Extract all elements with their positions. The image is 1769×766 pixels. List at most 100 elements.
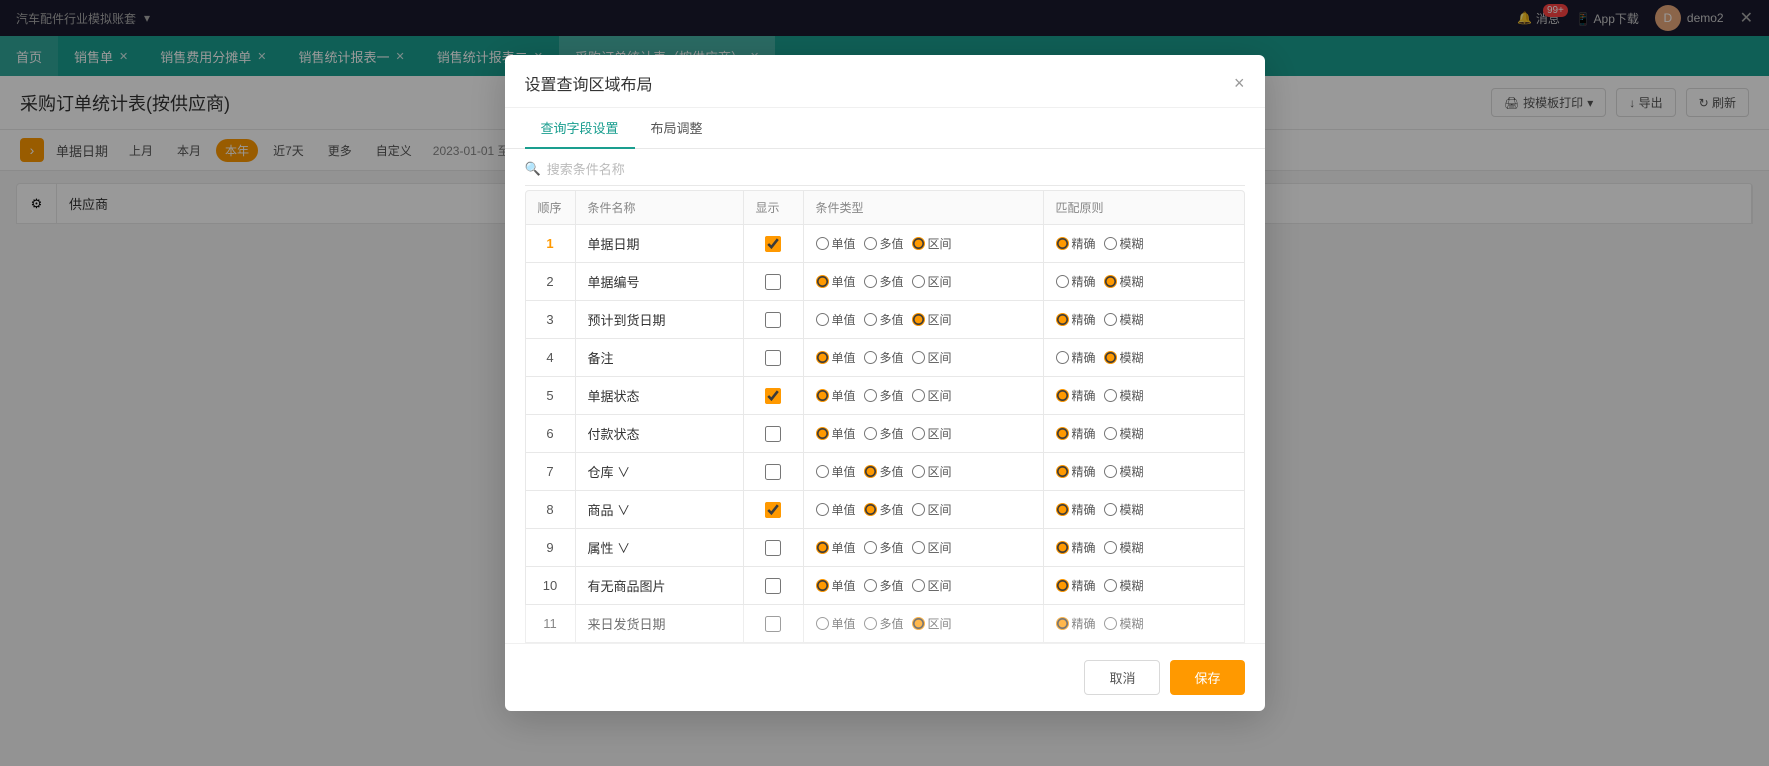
radio-multi-9[interactable]: 多值 — [864, 539, 904, 556]
radio-range-4[interactable]: 区间 — [912, 349, 952, 366]
checkbox-show-3[interactable] — [765, 312, 781, 328]
radio-fuzzy-1[interactable]: 模糊 — [1104, 235, 1144, 252]
radio-range-3[interactable]: 区间 — [912, 311, 952, 328]
radio-multi-7[interactable]: 多值 — [864, 463, 904, 480]
radio-single-6[interactable]: 单值 — [816, 425, 856, 442]
radio-group-match-3: 精确 模糊 — [1056, 311, 1144, 328]
table-row: 11 来日发货日期 单值 多值 区间 精确 模糊 — [525, 605, 1245, 643]
radio-multi-5[interactable]: 多值 — [864, 387, 904, 404]
radio-exact-5[interactable]: 精确 — [1056, 387, 1096, 404]
radio-multi-10[interactable]: 多值 — [864, 577, 904, 594]
radio-range-7[interactable]: 区间 — [912, 463, 952, 480]
radio-fuzzy-3[interactable]: 模糊 — [1104, 311, 1144, 328]
radio-fuzzy-7[interactable]: 模糊 — [1104, 463, 1144, 480]
radio-single-2[interactable]: 单值 — [816, 273, 856, 290]
radio-range-9[interactable]: 区间 — [912, 539, 952, 556]
checkbox-show-8[interactable] — [765, 502, 781, 518]
checkbox-show-10[interactable] — [765, 578, 781, 594]
cell-show-2[interactable] — [744, 263, 804, 300]
radio-single-4[interactable]: 单值 — [816, 349, 856, 366]
search-input[interactable] — [547, 162, 1245, 177]
dialog-tab-query-fields[interactable]: 查询字段设置 — [525, 108, 635, 149]
radio-multi-3[interactable]: 多值 — [864, 311, 904, 328]
cell-type-5: 单值 多值 区间 — [804, 377, 1044, 414]
cell-type-11: 单值 多值 区间 — [804, 605, 1044, 642]
checkbox-show-1[interactable] — [765, 236, 781, 252]
cell-order-6: 6 — [526, 415, 576, 452]
radio-multi-1[interactable]: 多值 — [864, 235, 904, 252]
radio-group-match-2: 精确 模糊 — [1056, 273, 1144, 290]
radio-multi-11[interactable]: 多值 — [864, 615, 904, 632]
checkbox-show-9[interactable] — [765, 540, 781, 556]
cell-name-1: 单据日期 — [576, 225, 744, 262]
radio-exact-3[interactable]: 精确 — [1056, 311, 1096, 328]
dialog-tab-layout[interactable]: 布局调整 — [635, 108, 719, 149]
radio-multi-8[interactable]: 多值 — [864, 501, 904, 518]
cancel-button[interactable]: 取消 — [1084, 660, 1160, 695]
radio-multi-2[interactable]: 多值 — [864, 273, 904, 290]
cell-show-10[interactable] — [744, 567, 804, 604]
radio-single-10[interactable]: 单值 — [816, 577, 856, 594]
radio-single-9[interactable]: 单值 — [816, 539, 856, 556]
dialog-footer: 取消 保存 — [505, 643, 1265, 711]
table-row: 7 仓库 ∨ 单值 多值 区间 精确 模糊 — [525, 453, 1245, 491]
dialog-tab-query-label: 查询字段设置 — [541, 121, 619, 136]
checkbox-show-7[interactable] — [765, 464, 781, 480]
cell-show-8[interactable] — [744, 491, 804, 528]
cell-match-9: 精确 模糊 — [1044, 529, 1244, 566]
cell-order-4: 4 — [526, 339, 576, 376]
radio-fuzzy-9[interactable]: 模糊 — [1104, 539, 1144, 556]
radio-exact-4[interactable]: 精确 — [1056, 349, 1096, 366]
radio-single-11[interactable]: 单值 — [816, 615, 856, 632]
radio-single-7[interactable]: 单值 — [816, 463, 856, 480]
radio-range-1[interactable]: 区间 — [912, 235, 952, 252]
radio-fuzzy-4[interactable]: 模糊 — [1104, 349, 1144, 366]
radio-range-11[interactable]: 区间 — [912, 615, 952, 632]
radio-exact-6[interactable]: 精确 — [1056, 425, 1096, 442]
radio-fuzzy-6[interactable]: 模糊 — [1104, 425, 1144, 442]
radio-range-5[interactable]: 区间 — [912, 387, 952, 404]
checkbox-show-4[interactable] — [765, 350, 781, 366]
cell-show-5[interactable] — [744, 377, 804, 414]
radio-group-match-4: 精确 模糊 — [1056, 349, 1144, 366]
cell-show-11[interactable] — [744, 605, 804, 642]
cell-show-7[interactable] — [744, 453, 804, 490]
cell-match-10: 精确 模糊 — [1044, 567, 1244, 604]
radio-fuzzy-11[interactable]: 模糊 — [1104, 615, 1144, 632]
radio-fuzzy-2[interactable]: 模糊 — [1104, 273, 1144, 290]
radio-fuzzy-10[interactable]: 模糊 — [1104, 577, 1144, 594]
cell-order-3: 3 — [526, 301, 576, 338]
radio-fuzzy-8[interactable]: 模糊 — [1104, 501, 1144, 518]
cell-match-7: 精确 模糊 — [1044, 453, 1244, 490]
radio-multi-6[interactable]: 多值 — [864, 425, 904, 442]
radio-exact-2[interactable]: 精确 — [1056, 273, 1096, 290]
dialog-close-button[interactable]: × — [1234, 74, 1245, 92]
cell-show-1[interactable] — [744, 225, 804, 262]
cell-show-9[interactable] — [744, 529, 804, 566]
radio-fuzzy-5[interactable]: 模糊 — [1104, 387, 1144, 404]
radio-exact-1[interactable]: 精确 — [1056, 235, 1096, 252]
radio-multi-4[interactable]: 多值 — [864, 349, 904, 366]
checkbox-show-11[interactable] — [765, 616, 781, 632]
radio-single-1[interactable]: 单值 — [816, 235, 856, 252]
radio-exact-9[interactable]: 精确 — [1056, 539, 1096, 556]
radio-range-6[interactable]: 区间 — [912, 425, 952, 442]
checkbox-show-2[interactable] — [765, 274, 781, 290]
checkbox-show-6[interactable] — [765, 426, 781, 442]
radio-single-5[interactable]: 单值 — [816, 387, 856, 404]
radio-exact-11[interactable]: 精确 — [1056, 615, 1096, 632]
radio-exact-10[interactable]: 精确 — [1056, 577, 1096, 594]
radio-range-2[interactable]: 区间 — [912, 273, 952, 290]
radio-single-3[interactable]: 单值 — [816, 311, 856, 328]
cell-show-4[interactable] — [744, 339, 804, 376]
radio-range-8[interactable]: 区间 — [912, 501, 952, 518]
cell-show-3[interactable] — [744, 301, 804, 338]
cell-order-11: 11 — [526, 605, 576, 642]
save-button[interactable]: 保存 — [1170, 660, 1244, 695]
radio-single-8[interactable]: 单值 — [816, 501, 856, 518]
checkbox-show-5[interactable] — [765, 388, 781, 404]
cell-show-6[interactable] — [744, 415, 804, 452]
radio-exact-8[interactable]: 精确 — [1056, 501, 1096, 518]
radio-exact-7[interactable]: 精确 — [1056, 463, 1096, 480]
radio-range-10[interactable]: 区间 — [912, 577, 952, 594]
